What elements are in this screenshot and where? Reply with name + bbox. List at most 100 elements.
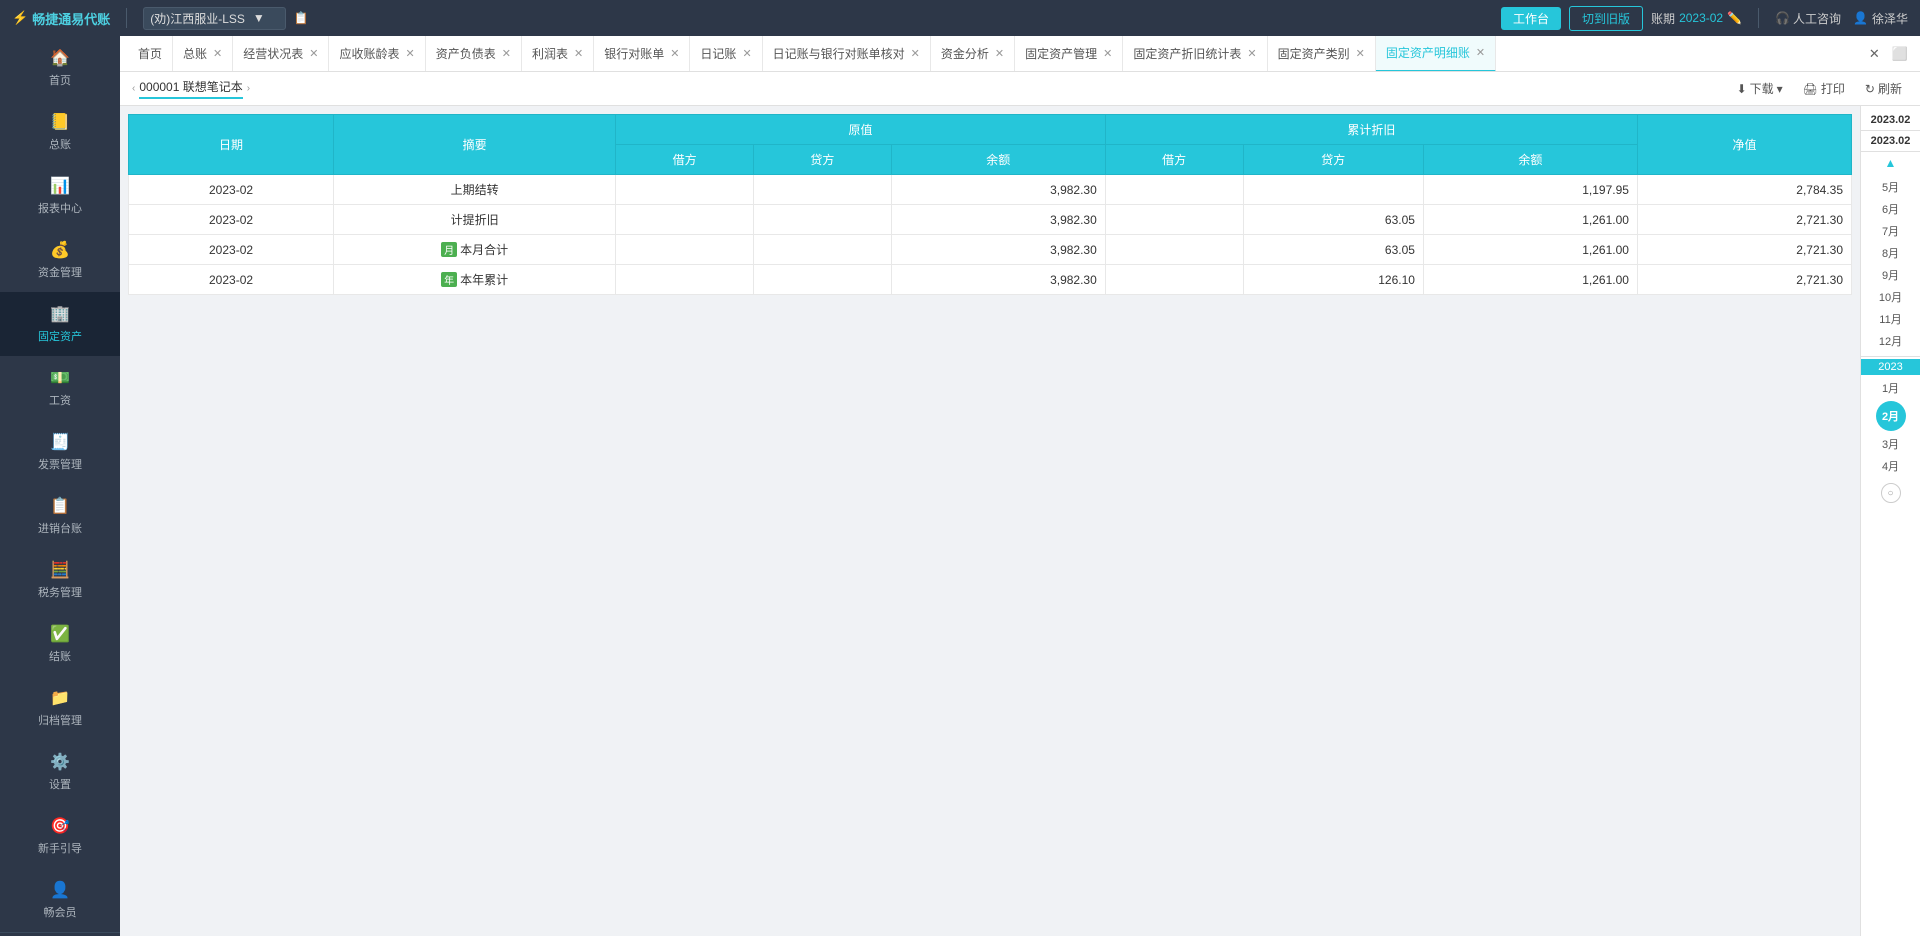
download-icon: ⬇	[1737, 82, 1747, 96]
tab-journal-bank[interactable]: 日记账与银行对账单核对 ✕	[763, 36, 931, 72]
tab-close-fixed-assets-mgmt[interactable]: ✕	[1103, 47, 1112, 60]
tab-balance-sheet[interactable]: 资产负债表 ✕	[426, 36, 522, 72]
sidebar-item-general-ledger[interactable]: 📒 总账	[0, 100, 120, 164]
page-header: ‹ 000001 联想笔记本 › ⬇ 下载 ▾ 🖨 打印	[120, 72, 1920, 106]
support-btn[interactable]: 🎧 人工咨询	[1775, 10, 1841, 27]
tab-journal[interactable]: 日记账 ✕	[690, 36, 762, 72]
user-menu[interactable]: 👤 徐泽华	[1853, 10, 1908, 27]
logo-icon: ⚡	[12, 10, 28, 26]
right-panel-months-2022: 5月 6月 7月 8月 9月 10月 11月 12月	[1861, 174, 1920, 354]
tab-fixed-assets-type[interactable]: 固定资产类别 ✕	[1268, 36, 1376, 72]
cell-date: 2023-02	[129, 175, 334, 205]
sidebar-item-reports[interactable]: 📊 报表中心	[0, 164, 120, 228]
print-icon: 🖨	[1803, 82, 1818, 96]
month-item-6[interactable]: 6月	[1861, 198, 1920, 220]
sidebar-item-payroll[interactable]: 💵 工资	[0, 356, 120, 420]
tab-business-status[interactable]: 经营状况表 ✕	[233, 36, 329, 72]
user-name: 徐泽华	[1872, 10, 1908, 27]
sidebar-item-archive[interactable]: 📁 归档管理	[0, 676, 120, 740]
sidebar-item-funds[interactable]: 💰 资金管理	[0, 228, 120, 292]
table-row: 2023-02 年本年累计 3,982.30 126.10 1,261.00 2…	[129, 265, 1852, 295]
cell-acc-debit	[1105, 205, 1243, 235]
sidebar: 🏠 首页 📒 总账 📊 报表中心 💰 资金管理 🏢 固定资产 💵 工资 🧾 发票…	[0, 36, 120, 936]
right-panel-circle-btn[interactable]: ○	[1881, 483, 1901, 503]
tab-depreciation-stats[interactable]: 固定资产折旧统计表 ✕	[1123, 36, 1267, 72]
sidebar-item-invoice[interactable]: 🧾 发票管理	[0, 420, 120, 484]
ledger-icon: 📒	[50, 112, 70, 132]
tab-close-fixed-assets-detail[interactable]: ✕	[1476, 46, 1485, 59]
tab-close-general-ledger[interactable]: ✕	[213, 47, 222, 60]
home-icon: 🏠	[50, 48, 70, 68]
sidebar-item-settlement[interactable]: ✅ 结账	[0, 612, 120, 676]
cell-orig-debit	[616, 265, 754, 295]
month-item-8[interactable]: 8月	[1861, 242, 1920, 264]
cell-acc-credit: 63.05	[1243, 235, 1423, 265]
row-tag: 月	[441, 242, 457, 257]
month-item-2023-3[interactable]: 3月	[1861, 433, 1920, 455]
company-selector[interactable]: (劝)江西服业-LSS ▼	[143, 7, 286, 30]
tab-general-ledger[interactable]: 总账 ✕	[173, 36, 233, 72]
month-item-2023-2[interactable]: 2月	[1876, 401, 1906, 431]
tab-close-fund-analysis[interactable]: ✕	[995, 47, 1004, 60]
copy-icon[interactable]: 📋	[294, 11, 309, 25]
tab-close-business-status[interactable]: ✕	[309, 47, 318, 60]
breadcrumb-back-arrow[interactable]: ‹	[132, 83, 135, 94]
tab-close-all-button[interactable]: ✕	[1865, 44, 1884, 64]
edit-icon[interactable]: ✏️	[1727, 11, 1742, 25]
tab-close-balance-sheet[interactable]: ✕	[502, 47, 511, 60]
month-item-7[interactable]: 7月	[1861, 220, 1920, 242]
print-button[interactable]: 🖨 打印	[1797, 78, 1851, 99]
cell-date: 2023-02	[129, 265, 334, 295]
tab-close-journal[interactable]: ✕	[742, 47, 751, 60]
sidebar-item-fixed-assets[interactable]: 🏢 固定资产	[0, 292, 120, 356]
download-arrow: ▾	[1777, 82, 1783, 96]
tab-close-receivables[interactable]: ✕	[406, 47, 415, 60]
month-item-10[interactable]: 10月	[1861, 286, 1920, 308]
download-button[interactable]: ⬇ 下载 ▾	[1731, 78, 1789, 99]
month-item-12[interactable]: 12月	[1861, 330, 1920, 352]
switch-version-button[interactable]: 切到旧版	[1569, 6, 1643, 31]
tab-close-depreciation-stats[interactable]: ✕	[1247, 47, 1256, 60]
sidebar-item-tax[interactable]: 🧮 税务管理	[0, 548, 120, 612]
tab-maximize-button[interactable]: ⬜	[1888, 44, 1912, 64]
month-item-9[interactable]: 9月	[1861, 264, 1920, 286]
month-item-11[interactable]: 11月	[1861, 308, 1920, 330]
sidebar-item-guide[interactable]: 🎯 新手引导	[0, 804, 120, 868]
tab-home[interactable]: 首页	[128, 36, 173, 72]
tab-receivables[interactable]: 应收账龄表 ✕	[329, 36, 425, 72]
sidebar-item-settings[interactable]: ⚙️ 设置	[0, 740, 120, 804]
tab-close-journal-bank[interactable]: ✕	[911, 47, 920, 60]
refresh-button[interactable]: ↻ 刷新	[1859, 78, 1908, 99]
sidebar-label-invoice: 发票管理	[38, 456, 82, 472]
tab-fixed-assets-mgmt[interactable]: 固定资产管理 ✕	[1015, 36, 1123, 72]
member-icon: 👤	[50, 880, 70, 900]
tab-profit[interactable]: 利润表 ✕	[522, 36, 594, 72]
cell-acc-balance: 1,197.95	[1423, 175, 1637, 205]
col-orig-balance: 余额	[891, 145, 1105, 175]
sidebar-label-fixed-assets: 固定资产	[38, 328, 82, 344]
right-panel-up-button[interactable]: ▲	[1881, 155, 1901, 171]
month-item-5[interactable]: 5月	[1861, 176, 1920, 198]
tab-close-bank-statement[interactable]: ✕	[670, 47, 679, 60]
sidebar-item-sales[interactable]: 📋 进销台账	[0, 484, 120, 548]
month-item-2023-1[interactable]: 1月	[1861, 377, 1920, 399]
tab-close-fixed-assets-type[interactable]: ✕	[1356, 47, 1365, 60]
tab-bar-actions: ✕ ⬜	[1865, 44, 1912, 64]
right-panel-nav: ▲	[1861, 152, 1920, 174]
tab-close-profit[interactable]: ✕	[574, 47, 583, 60]
breadcrumb-forward-arrow[interactable]: ›	[247, 83, 250, 94]
row-tag: 年	[441, 272, 457, 287]
col-acc-credit: 贷方	[1243, 145, 1423, 175]
sidebar-label-reports: 报表中心	[38, 200, 82, 216]
tab-fixed-assets-detail[interactable]: 固定资产明细账 ✕	[1376, 36, 1496, 72]
workbench-button[interactable]: 工作台	[1501, 7, 1561, 30]
right-panel-header-2: 2023.02	[1861, 131, 1920, 152]
tab-bank-statement[interactable]: 银行对账单 ✕	[594, 36, 690, 72]
page-header-actions: ⬇ 下载 ▾ 🖨 打印 ↻ 刷新	[1731, 78, 1908, 99]
table-row: 2023-02 上期结转 3,982.30 1,197.95 2,784.35	[129, 175, 1852, 205]
tab-fund-analysis[interactable]: 资金分析 ✕	[931, 36, 1015, 72]
sidebar-item-member[interactable]: 👤 畅会员	[0, 868, 120, 932]
cell-orig-balance: 3,982.30	[891, 235, 1105, 265]
sidebar-item-home[interactable]: 🏠 首页	[0, 36, 120, 100]
month-item-2023-4[interactable]: 4月	[1861, 455, 1920, 477]
